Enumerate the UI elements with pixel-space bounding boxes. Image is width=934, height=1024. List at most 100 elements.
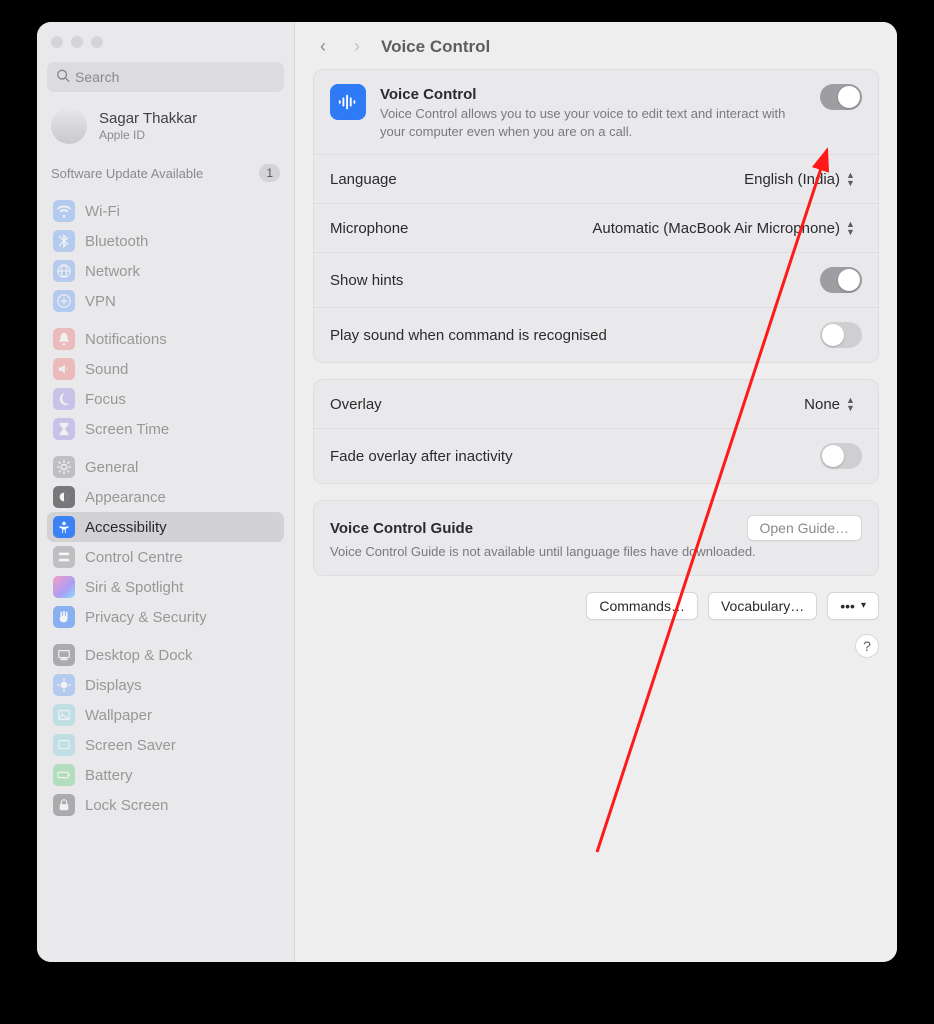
siri-icon: [53, 576, 75, 598]
sidebar-item-screen-saver[interactable]: Screen Saver: [47, 730, 284, 760]
overlay-label: Overlay: [330, 396, 382, 413]
voice-control-title: Voice Control: [380, 86, 806, 103]
search-input[interactable]: [47, 62, 284, 92]
bluetooth-icon: [53, 230, 75, 252]
sidebar-item-label: Notifications: [85, 331, 167, 348]
play-sound-toggle[interactable]: [820, 322, 862, 348]
lock-icon: [53, 794, 75, 816]
sidebar-item-privacy[interactable]: Privacy & Security: [47, 602, 284, 632]
sidebar-item-desktop-dock[interactable]: Desktop & Dock: [47, 640, 284, 670]
hourglass-icon: [53, 418, 75, 440]
search-field[interactable]: [47, 62, 284, 92]
vpn-icon: [53, 290, 75, 312]
user-texts: Sagar Thakkar Apple ID: [99, 110, 197, 142]
wifi-icon: [53, 200, 75, 222]
more-menu-button[interactable]: ••• ▾: [827, 592, 879, 620]
apple-id-row[interactable]: Sagar Thakkar Apple ID: [47, 104, 284, 158]
main-pane: ‹ › Voice Control Voice Control Voice Co…: [295, 22, 897, 962]
window-controls[interactable]: [47, 34, 284, 62]
screensaver-icon: [53, 734, 75, 756]
sidebar-item-label: Lock Screen: [85, 797, 168, 814]
sidebar-item-bluetooth[interactable]: Bluetooth: [47, 226, 284, 256]
sidebar-item-label: Siri & Spotlight: [85, 579, 183, 596]
voice-control-card: Voice Control Voice Control allows you t…: [313, 69, 879, 363]
sidebar-group-hardware: Desktop & Dock Displays Wallpaper Screen…: [47, 640, 284, 820]
sidebar-item-general[interactable]: General: [47, 452, 284, 482]
sidebar-item-label: Sound: [85, 361, 128, 378]
sidebar-item-wallpaper[interactable]: Wallpaper: [47, 700, 284, 730]
play-sound-row: Play sound when command is recognised: [314, 307, 878, 362]
software-update-row[interactable]: Software Update Available 1: [47, 158, 284, 188]
sidebar-item-control-centre[interactable]: Control Centre: [47, 542, 284, 572]
sidebar-item-siri[interactable]: Siri & Spotlight: [47, 572, 284, 602]
user-sub: Apple ID: [99, 128, 197, 142]
language-row[interactable]: Language English (India) ▲▼: [314, 154, 878, 203]
nav-back-button[interactable]: ‹: [313, 36, 333, 57]
nav-forward-button[interactable]: ›: [347, 36, 367, 57]
moon-icon: [53, 388, 75, 410]
update-badge: 1: [259, 164, 280, 182]
sidebar-item-appearance[interactable]: Appearance: [47, 482, 284, 512]
content: Voice Control Voice Control allows you t…: [295, 69, 897, 962]
vocabulary-button[interactable]: Vocabulary…: [708, 592, 817, 620]
fade-overlay-toggle[interactable]: [820, 443, 862, 469]
stepper-icon: ▲▼: [846, 218, 862, 238]
bell-icon: [53, 328, 75, 350]
sidebar-group-alerts: Notifications Sound Focus Screen Time: [47, 324, 284, 444]
voice-control-toggle[interactable]: [820, 84, 862, 110]
voice-control-hero: Voice Control Voice Control allows you t…: [314, 70, 878, 154]
sidebar-item-label: Screen Time: [85, 421, 169, 438]
minimize-icon[interactable]: [71, 36, 83, 48]
sidebar-item-label: Appearance: [85, 489, 166, 506]
sidebar-item-focus[interactable]: Focus: [47, 384, 284, 414]
microphone-label: Microphone: [330, 220, 408, 237]
overlay-card: Overlay None ▲▼ Fade overlay after inact…: [313, 379, 879, 484]
guide-card: Voice Control Guide Open Guide… Voice Co…: [313, 500, 879, 576]
language-label: Language: [330, 171, 397, 188]
footer-actions: Commands… Vocabulary… ••• ▾: [313, 592, 879, 620]
sidebar-item-label: Displays: [85, 677, 142, 694]
dock-icon: [53, 644, 75, 666]
overlay-value: None: [804, 396, 840, 413]
guide-desc: Voice Control Guide is not available unt…: [330, 543, 862, 561]
gear-icon: [53, 456, 75, 478]
close-icon[interactable]: [51, 36, 63, 48]
show-hints-label: Show hints: [330, 272, 403, 289]
sidebar-item-battery[interactable]: Battery: [47, 760, 284, 790]
sidebar-item-screen-time[interactable]: Screen Time: [47, 414, 284, 444]
commands-button[interactable]: Commands…: [586, 592, 698, 620]
sidebar-item-label: Focus: [85, 391, 126, 408]
sidebar-item-lock-screen[interactable]: Lock Screen: [47, 790, 284, 820]
sidebar-item-sound[interactable]: Sound: [47, 354, 284, 384]
fade-overlay-row: Fade overlay after inactivity: [314, 428, 878, 483]
sidebar-group-network: Wi-Fi Bluetooth Network VPN: [47, 196, 284, 316]
sidebar-item-displays[interactable]: Displays: [47, 670, 284, 700]
sidebar-item-label: Wi-Fi: [85, 203, 120, 220]
sidebar-item-accessibility[interactable]: Accessibility: [47, 512, 284, 542]
sidebar-item-label: Network: [85, 263, 140, 280]
page-title: Voice Control: [381, 37, 490, 57]
microphone-row[interactable]: Microphone Automatic (MacBook Air Microp…: [314, 203, 878, 252]
accessibility-icon: [53, 516, 75, 538]
sidebar-item-label: Desktop & Dock: [85, 647, 193, 664]
zoom-icon[interactable]: [91, 36, 103, 48]
sidebar-item-label: General: [85, 459, 138, 476]
fade-overlay-label: Fade overlay after inactivity: [330, 448, 513, 465]
sidebar-item-notifications[interactable]: Notifications: [47, 324, 284, 354]
more-icon: •••: [840, 598, 855, 614]
stepper-icon: ▲▼: [846, 169, 862, 189]
open-guide-button[interactable]: Open Guide…: [747, 515, 863, 541]
titlebar: ‹ › Voice Control: [295, 22, 897, 69]
sidebar-item-vpn[interactable]: VPN: [47, 286, 284, 316]
software-update-label: Software Update Available: [51, 166, 203, 181]
play-sound-label: Play sound when command is recognised: [330, 327, 607, 344]
sidebar-item-wifi[interactable]: Wi-Fi: [47, 196, 284, 226]
sidebar-item-label: VPN: [85, 293, 116, 310]
help-button[interactable]: ?: [855, 634, 879, 658]
microphone-value: Automatic (MacBook Air Microphone): [592, 220, 840, 237]
wallpaper-icon: [53, 704, 75, 726]
sidebar-item-label: Wallpaper: [85, 707, 152, 724]
overlay-row[interactable]: Overlay None ▲▼: [314, 380, 878, 428]
show-hints-toggle[interactable]: [820, 267, 862, 293]
sidebar-item-network[interactable]: Network: [47, 256, 284, 286]
